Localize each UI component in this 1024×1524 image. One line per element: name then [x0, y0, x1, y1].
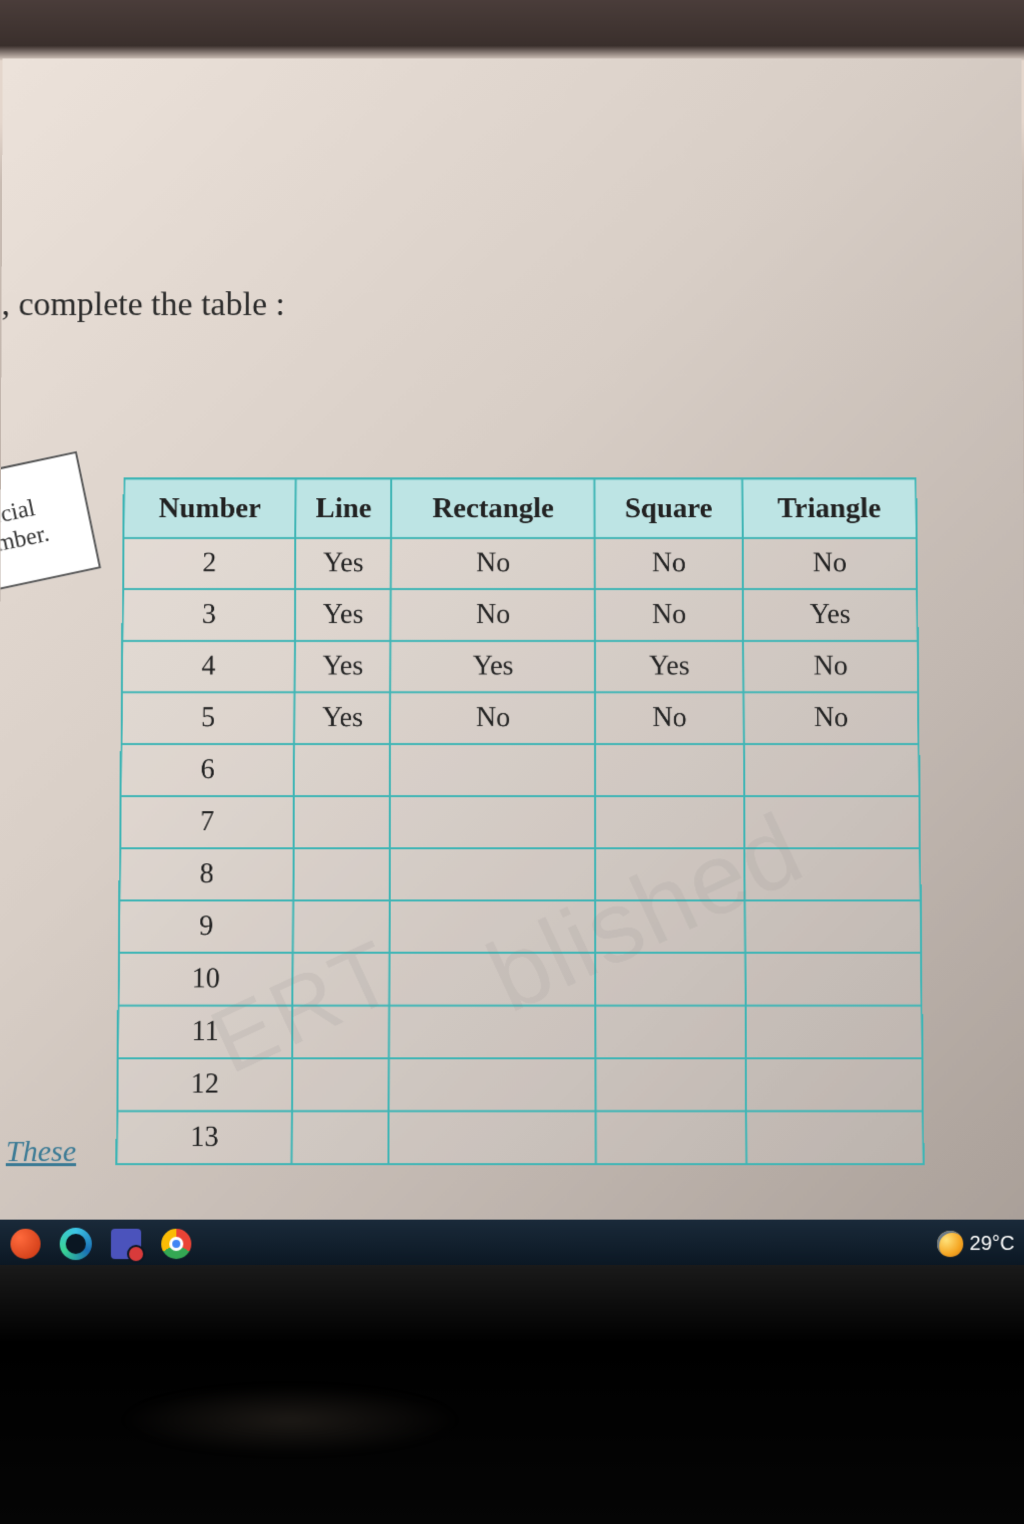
table-row: 10 [118, 953, 921, 1006]
table-row: 13 [117, 1111, 924, 1164]
cell-line [292, 1058, 389, 1111]
taskbar-powerpoint-icon[interactable] [5, 1224, 45, 1264]
table-row: 5 Yes No No No [121, 692, 918, 744]
table-row: 2 Yes No No No [123, 538, 917, 589]
col-header-rectangle: Rectangle [391, 479, 595, 538]
cell-triangle [744, 744, 919, 796]
taskbar-teams-icon[interactable] [106, 1224, 146, 1264]
cell-number: 2 [123, 538, 296, 589]
cell-number: 4 [122, 641, 295, 693]
weather-sun-icon [937, 1231, 963, 1257]
cell-line [294, 796, 391, 848]
cell-number: 7 [120, 796, 294, 848]
side-note-box: a ecial mber. [0, 451, 101, 599]
cell-line [293, 953, 390, 1006]
cell-line [293, 901, 390, 953]
cell-triangle [745, 953, 922, 1006]
cell-line: Yes [295, 589, 391, 641]
cell-triangle [745, 901, 921, 953]
cell-square: Yes [595, 641, 743, 693]
table-row: 9 [119, 901, 921, 953]
cell-triangle: Yes [743, 589, 918, 641]
table-row: 4 Yes Yes Yes No [122, 641, 918, 693]
cell-triangle [744, 848, 920, 900]
cell-line [293, 848, 390, 900]
cell-rectangle [390, 901, 596, 953]
cell-square [596, 901, 745, 953]
cell-rectangle: Yes [391, 641, 596, 693]
laptop-screen: , complete the table : a ecial mber. Num… [0, 58, 1024, 1268]
taskbar-chrome-icon[interactable] [156, 1224, 196, 1264]
link-these[interactable]: These [6, 1135, 76, 1169]
cell-line: Yes [295, 538, 391, 589]
cell-triangle: No [743, 641, 918, 693]
cell-rectangle [389, 1006, 596, 1059]
table-row: 6 [121, 744, 920, 796]
taskbar-weather[interactable]: 29°C [937, 1231, 1018, 1257]
cell-rectangle [389, 1111, 596, 1164]
table-row: 7 [120, 796, 920, 848]
cell-triangle [746, 1058, 923, 1111]
cell-number: 10 [118, 953, 293, 1006]
cell-line: Yes [294, 692, 390, 744]
windows-taskbar[interactable]: 29°C [0, 1220, 1024, 1268]
cell-rectangle: No [391, 692, 596, 744]
table-row: 8 [120, 848, 921, 900]
cell-square [596, 1111, 746, 1164]
cell-number: 12 [117, 1058, 292, 1111]
cell-square [596, 1006, 746, 1059]
cell-line [294, 744, 391, 796]
cell-rectangle: No [391, 589, 595, 641]
table-row: 3 Yes No No Yes [122, 589, 917, 641]
cell-rectangle [390, 796, 595, 848]
cell-square [596, 953, 746, 1006]
cell-rectangle [390, 848, 596, 900]
cell-rectangle [390, 744, 595, 796]
cell-triangle [744, 796, 920, 848]
table-row: 11 [118, 1006, 922, 1059]
weather-temp: 29°C [970, 1232, 1015, 1255]
cell-line [292, 1006, 389, 1059]
cell-number: 9 [119, 901, 293, 953]
instruction-text: , complete the table : [0, 286, 1022, 324]
table-container: Number Line Rectangle Square Triangle 2 … [116, 478, 925, 1165]
table-header-row: Number Line Rectangle Square Triangle [124, 479, 917, 538]
cell-square: No [595, 538, 743, 589]
cell-square [596, 848, 745, 900]
table-row: 12 [117, 1058, 923, 1111]
cell-square [596, 796, 745, 848]
cell-number: 8 [120, 848, 294, 900]
photo-frame: , complete the table : a ecial mber. Num… [0, 0, 1024, 1524]
taskbar-edge-icon[interactable] [56, 1224, 96, 1264]
cell-number: 3 [122, 589, 295, 641]
cell-number: 6 [121, 744, 295, 796]
col-header-line: Line [296, 479, 392, 538]
cell-triangle [746, 1111, 923, 1164]
cell-square [596, 1058, 746, 1111]
cell-rectangle: No [391, 538, 595, 589]
cell-rectangle [390, 953, 596, 1006]
document-page: , complete the table : a ecial mber. Num… [0, 58, 1024, 1219]
cell-rectangle [389, 1058, 596, 1111]
cell-triangle [745, 1006, 922, 1059]
col-header-number: Number [124, 479, 296, 538]
cell-number: 11 [118, 1006, 293, 1059]
cell-square [595, 744, 744, 796]
cell-number: 5 [121, 692, 294, 744]
laptop-keyboard-area [0, 1265, 1024, 1524]
col-header-triangle: Triangle [742, 479, 916, 538]
cell-square: No [595, 692, 744, 744]
cell-triangle: No [744, 692, 919, 744]
cell-number: 13 [117, 1111, 292, 1164]
cell-line: Yes [295, 641, 391, 693]
symmetry-table: Number Line Rectangle Square Triangle 2 … [116, 478, 925, 1165]
cell-line [292, 1111, 390, 1164]
cell-triangle: No [743, 538, 917, 589]
cell-square: No [595, 589, 743, 641]
col-header-square: Square [595, 479, 743, 538]
